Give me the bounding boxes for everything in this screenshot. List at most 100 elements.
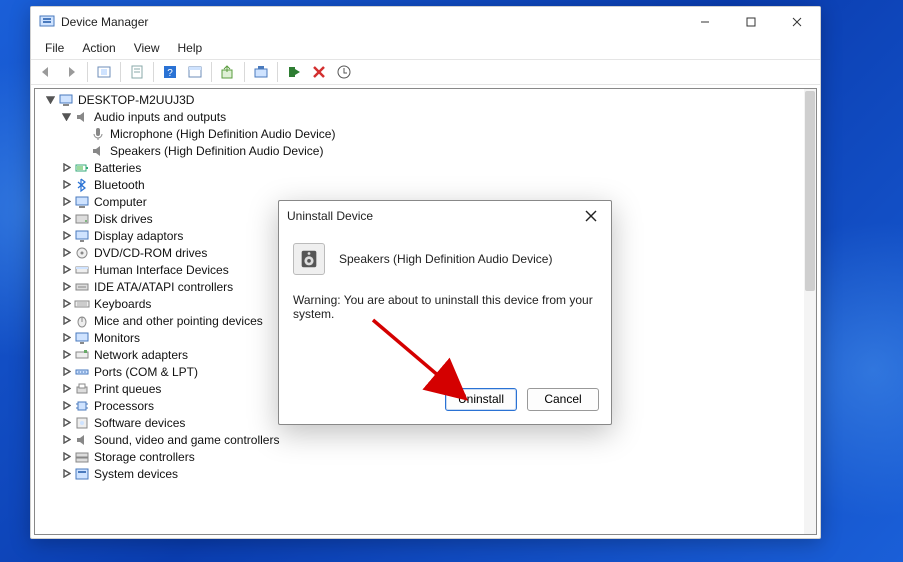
scan-hw-button[interactable]: [250, 61, 272, 83]
vertical-scrollbar[interactable]: [804, 89, 816, 534]
forward-button[interactable]: [60, 61, 82, 83]
tree-node-label: Keyboards: [93, 297, 151, 311]
menu-help[interactable]: Help: [170, 39, 211, 57]
speaker-icon: [293, 243, 325, 275]
uninstall-device-button[interactable]: [333, 61, 355, 83]
svg-text:?: ?: [167, 68, 173, 79]
category-icon: [74, 364, 90, 380]
scrollbar-thumb[interactable]: [805, 91, 815, 291]
expand-icon[interactable]: [59, 365, 73, 379]
tree-leaf-label: Speakers (High Definition Audio Device): [109, 144, 323, 158]
expand-icon[interactable]: [59, 416, 73, 430]
tree-node-label: Mice and other pointing devices: [93, 314, 263, 328]
tree-node-label: IDE ATA/ATAPI controllers: [93, 280, 233, 294]
tree-node-label: Network adapters: [93, 348, 188, 362]
tree-node-bluetooth[interactable]: Bluetooth: [37, 176, 804, 193]
computer-icon: [58, 92, 74, 108]
menu-file[interactable]: File: [37, 39, 72, 57]
expand-icon[interactable]: [59, 314, 73, 328]
category-icon: [74, 211, 90, 227]
category-icon: [74, 313, 90, 329]
expand-icon[interactable]: [59, 433, 73, 447]
dialog-device-row: Speakers (High Definition Audio Device): [293, 243, 597, 275]
properties-button[interactable]: [126, 61, 148, 83]
expand-icon[interactable]: [59, 229, 73, 243]
tree-leaf-label: Microphone (High Definition Audio Device…: [109, 127, 335, 141]
expand-icon[interactable]: [59, 467, 73, 481]
expand-icon[interactable]: [59, 246, 73, 260]
tree-leaf-speakers[interactable]: Speakers (High Definition Audio Device): [37, 142, 804, 159]
expand-icon[interactable]: [59, 195, 73, 209]
cancel-button[interactable]: Cancel: [527, 388, 599, 411]
tree-node-sound-video-and-game-controllers[interactable]: Sound, video and game controllers: [37, 431, 804, 448]
tree-node-label: Storage controllers: [93, 450, 195, 464]
help-button[interactable]: ?: [159, 61, 181, 83]
menu-view[interactable]: View: [126, 39, 168, 57]
dialog-warning-text: Warning: You are about to uninstall this…: [293, 293, 597, 321]
window-titlebar: Device Manager: [31, 7, 820, 37]
tree-node-label: Monitors: [93, 331, 140, 345]
tree-node-system-devices[interactable]: System devices: [37, 465, 804, 482]
expand-icon[interactable]: [59, 263, 73, 277]
close-window-button[interactable]: [774, 7, 820, 37]
expand-icon[interactable]: [59, 212, 73, 226]
dialog-body: Speakers (High Definition Audio Device) …: [279, 231, 611, 374]
category-icon: [74, 432, 90, 448]
tree-node-audio[interactable]: Audio inputs and outputs: [37, 108, 804, 125]
expand-icon[interactable]: [59, 382, 73, 396]
tree-root-label: DESKTOP-M2UUJ3D: [77, 93, 194, 107]
expand-icon[interactable]: [59, 297, 73, 311]
legacy-hw-button[interactable]: [184, 61, 206, 83]
toolbar-separator: [153, 62, 154, 82]
expand-icon[interactable]: [43, 93, 57, 107]
dialog-footer: Uninstall Cancel: [279, 374, 611, 424]
disable-device-button[interactable]: [308, 61, 330, 83]
tree-leaf-microphone[interactable]: Microphone (High Definition Audio Device…: [37, 125, 804, 142]
tree-root[interactable]: DESKTOP-M2UUJ3D: [37, 91, 804, 108]
dialog-device-name: Speakers (High Definition Audio Device): [339, 252, 552, 266]
category-icon: [74, 330, 90, 346]
expand-icon[interactable]: [59, 331, 73, 345]
toolbar-separator: [277, 62, 278, 82]
category-icon: [74, 194, 90, 210]
tree-node-label: Audio inputs and outputs: [93, 110, 226, 124]
expand-icon[interactable]: [59, 178, 73, 192]
tree-node-label: Bluetooth: [93, 178, 145, 192]
expand-icon[interactable]: [59, 399, 73, 413]
tree-node-batteries[interactable]: Batteries: [37, 159, 804, 176]
toolbar: ?: [31, 59, 820, 85]
dialog-close-button[interactable]: [579, 204, 603, 228]
window-title: Device Manager: [61, 15, 148, 29]
expand-icon[interactable]: [59, 110, 73, 124]
update-driver-button[interactable]: [217, 61, 239, 83]
toolbar-separator: [244, 62, 245, 82]
category-icon: [74, 245, 90, 261]
tree-node-label: Ports (COM & LPT): [93, 365, 198, 379]
category-icon: [74, 228, 90, 244]
category-icon: [74, 398, 90, 414]
expand-icon[interactable]: [59, 280, 73, 294]
minimize-button[interactable]: [682, 7, 728, 37]
expand-icon[interactable]: [59, 161, 73, 175]
back-button[interactable]: [35, 61, 57, 83]
expand-icon[interactable]: [59, 348, 73, 362]
tree-node-label: DVD/CD-ROM drives: [93, 246, 207, 260]
tree-node-label: Sound, video and game controllers: [93, 433, 279, 447]
tree-node-storage-controllers[interactable]: Storage controllers: [37, 448, 804, 465]
category-icon: [74, 347, 90, 363]
show-hidden-button[interactable]: [93, 61, 115, 83]
enable-device-button[interactable]: [283, 61, 305, 83]
uninstall-button[interactable]: Uninstall: [445, 388, 517, 411]
category-icon: [74, 415, 90, 431]
category-icon: [74, 296, 90, 312]
microphone-icon: [90, 126, 106, 142]
expand-icon[interactable]: [59, 450, 73, 464]
tree-node-label: Disk drives: [93, 212, 153, 226]
dialog-titlebar: Uninstall Device: [279, 201, 611, 231]
category-icon: [74, 177, 90, 193]
speaker-icon: [74, 109, 90, 125]
toolbar-separator: [120, 62, 121, 82]
toolbar-separator: [211, 62, 212, 82]
maximize-button[interactable]: [728, 7, 774, 37]
menu-action[interactable]: Action: [74, 39, 123, 57]
